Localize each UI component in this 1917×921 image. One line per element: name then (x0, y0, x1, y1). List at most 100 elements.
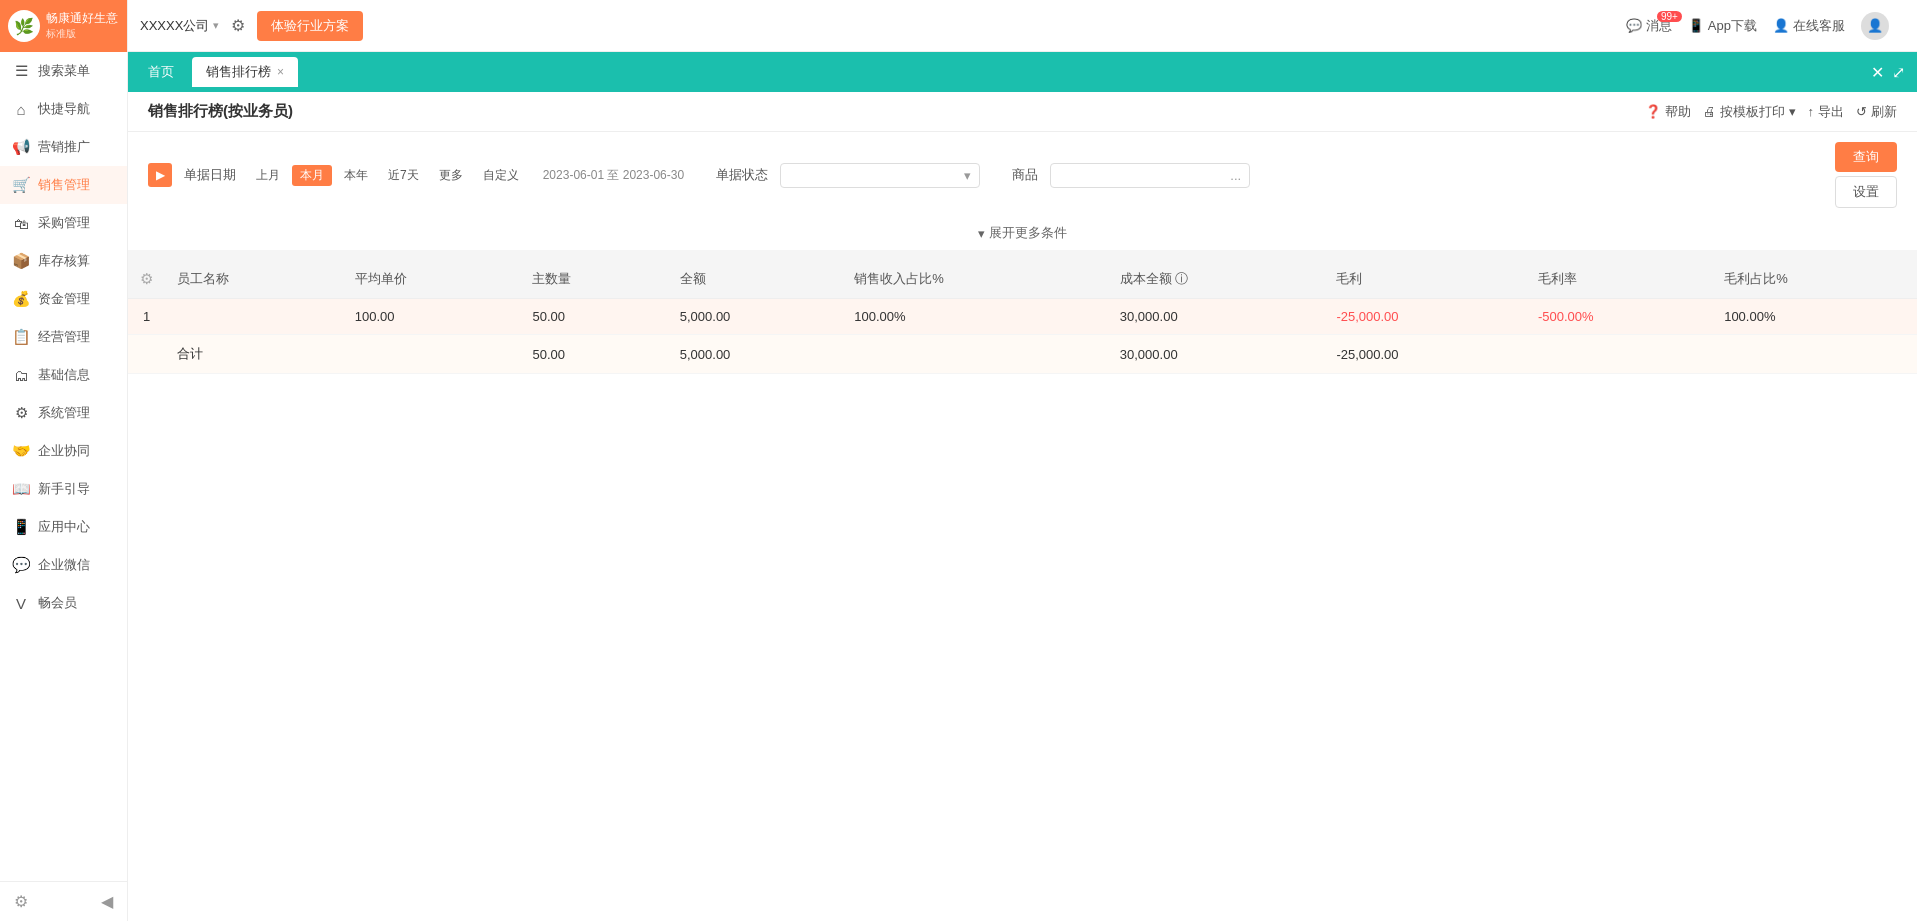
tab-maximize-icon[interactable]: ⤢ (1892, 63, 1905, 82)
table-row: 1 100.00 50.00 5,000.00 100.00% 30,000.0… (128, 299, 1917, 335)
sidebar-icon: 📦 (12, 252, 30, 270)
td-avg-price: 100.00 (343, 299, 521, 335)
sidebar-settings-icon[interactable]: ⚙ (14, 892, 28, 911)
th-cost: 成本全额 ⓘ (1108, 260, 1325, 299)
filter-toggle-btn[interactable]: ▶ (148, 163, 172, 187)
th-gross-ratio: 毛利占比% (1712, 260, 1917, 299)
tab-close-window-icon[interactable]: ✕ (1871, 63, 1884, 82)
expand-label: 展开更多条件 (989, 224, 1067, 242)
online-support-button[interactable]: 👤 在线客服 (1773, 17, 1845, 35)
sidebar-label: 营销推广 (38, 138, 90, 156)
footer-avg (343, 335, 521, 374)
refresh-icon: ↺ (1856, 104, 1867, 119)
print-button[interactable]: 🖨 按模板打印 ▾ (1703, 103, 1796, 121)
logo-tag: 标准版 (46, 27, 118, 41)
footer-amount: 5,000.00 (668, 335, 842, 374)
help-icon: ❓ (1645, 104, 1661, 119)
sidebar-item-库存核算[interactable]: 📦库存核算 (0, 242, 127, 280)
sidebar-item-应用中心[interactable]: 📱应用中心 (0, 508, 127, 546)
action-buttons: 查询 设置 (1835, 142, 1897, 208)
content-header: 销售排行榜(按业务员) ❓ 帮助 🖨 按模板打印 ▾ ↑ 导出 ↺ 刷新 (128, 92, 1917, 132)
sidebar-icon: 📖 (12, 480, 30, 498)
date-tab-7days[interactable]: 近7天 (380, 165, 427, 186)
sidebar-icon: ☰ (12, 62, 30, 80)
sidebar-icon: 📋 (12, 328, 30, 346)
query-button[interactable]: 查询 (1835, 142, 1897, 172)
export-button[interactable]: ↑ 导出 (1808, 103, 1845, 121)
sidebar-item-资金管理[interactable]: 💰资金管理 (0, 280, 127, 318)
message-button[interactable]: 💬 消息 99+ (1626, 17, 1672, 35)
table-footer-row: 合计 50.00 5,000.00 30,000.00 -25,000.00 (128, 335, 1917, 374)
date-tab-thisyear[interactable]: 本年 (336, 165, 376, 186)
status-arrow-icon: ▾ (964, 168, 971, 183)
message-icon: 💬 (1626, 18, 1642, 33)
sidebar: 🌿 畅康通好生意 标准版 ☰搜索菜单⌂快捷导航 📢 营销推广 🛒销售管理🛍采购管理📦库… (0, 0, 128, 921)
th-sales-ratio: 销售收入占比% (842, 260, 1108, 299)
sidebar-item-快捷导航[interactable]: ⌂快捷导航 (0, 90, 127, 128)
footer-empty (128, 335, 165, 374)
tab-close-icon[interactable]: × (277, 65, 284, 79)
sidebar-footer: ⚙ ◀ (0, 881, 127, 921)
sidebar-icon: 💰 (12, 290, 30, 308)
sidebar-label: 销售管理 (38, 176, 90, 194)
filter-area: ▶ 单据日期 上月 本月 本年 近7天 更多 自定义 2023-06-01 至 … (128, 132, 1917, 250)
tab-bar-actions: ✕ ⤢ (1871, 63, 1913, 82)
logo-text: 畅康通好生意 (46, 11, 118, 27)
date-tab-custom[interactable]: 自定义 (475, 165, 527, 186)
sidebar-label: 采购管理 (38, 214, 90, 232)
avatar-icon: 👤 (1867, 18, 1883, 33)
expand-button[interactable]: ▾ 展开更多条件 (978, 224, 1067, 242)
support-icon: 👤 (1773, 18, 1789, 33)
sidebar-item-新手引导[interactable]: 📖新手引导 (0, 470, 127, 508)
goods-select[interactable]: ... (1050, 163, 1250, 188)
status-select[interactable]: ▾ (780, 163, 980, 188)
help-button[interactable]: ❓ 帮助 (1645, 103, 1691, 121)
company-name: XXXXX公司 (140, 17, 209, 35)
expand-row: ▾ 展开更多条件 (148, 216, 1897, 246)
sidebar-item-采购管理[interactable]: 🛍采购管理 (0, 204, 127, 242)
table-section: ⚙ 员工名称 平均单价 主数量 全额 销售收入占比% 成本全额 ⓘ 毛利 毛利率… (128, 260, 1917, 921)
footer-gross-profit: -25,000.00 (1324, 335, 1526, 374)
sidebar-item-畅会员[interactable]: V畅会员 (0, 584, 127, 622)
sidebar-item-营销推广[interactable]: 📢 营销推广 (0, 128, 127, 166)
tab-home[interactable]: 首页 (132, 57, 190, 87)
expand-down-icon: ▾ (978, 226, 985, 241)
sidebar-icon: 📢 (12, 138, 30, 156)
sidebar-item-企业微信[interactable]: 💬企业微信 (0, 546, 127, 584)
sidebar-item-企业协同[interactable]: 🤝企业协同 (0, 432, 127, 470)
company-selector[interactable]: XXXXX公司 ▾ (140, 17, 219, 35)
refresh-button[interactable]: ↺ 刷新 (1856, 103, 1897, 121)
user-avatar[interactable]: 👤 (1861, 12, 1889, 40)
date-tab-lastmonth[interactable]: 上月 (248, 165, 288, 186)
sidebar-item-搜索菜单[interactable]: ☰搜索菜单 (0, 52, 127, 90)
footer-cost: 30,000.00 (1108, 335, 1325, 374)
app-download-label: App下载 (1708, 17, 1757, 35)
topbar-right: 💬 消息 99+ 📱 App下载 👤 在线客服 👤 (1626, 12, 1905, 40)
td-cost: 30,000.00 (1108, 299, 1325, 335)
trial-button[interactable]: 体验行业方案 (257, 11, 363, 41)
tab-sales-ranking[interactable]: 销售排行榜 × (192, 57, 298, 87)
th-qty: 主数量 (520, 260, 667, 299)
column-settings-icon[interactable]: ⚙ (140, 270, 153, 287)
company-chevron-icon: ▾ (213, 19, 219, 32)
footer-gross-rate (1526, 335, 1712, 374)
tab-bar: 首页 销售排行榜 × ✕ ⤢ (128, 52, 1917, 92)
sidebar-item-系统管理[interactable]: ⚙系统管理 (0, 394, 127, 432)
page-title: 销售排行榜(按业务员) (148, 102, 293, 121)
sidebar-label: 应用中心 (38, 518, 90, 536)
td-gross-profit: -25,000.00 (1324, 299, 1526, 335)
sidebar-item-基础信息[interactable]: 🗂基础信息 (0, 356, 127, 394)
app-download-button[interactable]: 📱 App下载 (1688, 17, 1757, 35)
sidebar-collapse-icon[interactable]: ◀ (101, 892, 113, 911)
page-content: 销售排行榜(按业务员) ❓ 帮助 🖨 按模板打印 ▾ ↑ 导出 ↺ 刷新 (128, 92, 1917, 921)
sidebar-icon: 🗂 (12, 367, 30, 384)
sidebar-logo: 🌿 畅康通好生意 标准版 (0, 0, 127, 52)
topbar-settings-icon[interactable]: ⚙ (231, 16, 245, 35)
sidebar-item-销售管理[interactable]: 🛒销售管理 (0, 166, 127, 204)
settings-button[interactable]: 设置 (1835, 176, 1897, 208)
data-table: ⚙ 员工名称 平均单价 主数量 全额 销售收入占比% 成本全额 ⓘ 毛利 毛利率… (128, 260, 1917, 374)
sidebar-item-经营管理[interactable]: 📋经营管理 (0, 318, 127, 356)
date-tab-more[interactable]: 更多 (431, 165, 471, 186)
date-tab-thismonth[interactable]: 本月 (292, 165, 332, 186)
message-badge: 99+ (1657, 11, 1682, 22)
